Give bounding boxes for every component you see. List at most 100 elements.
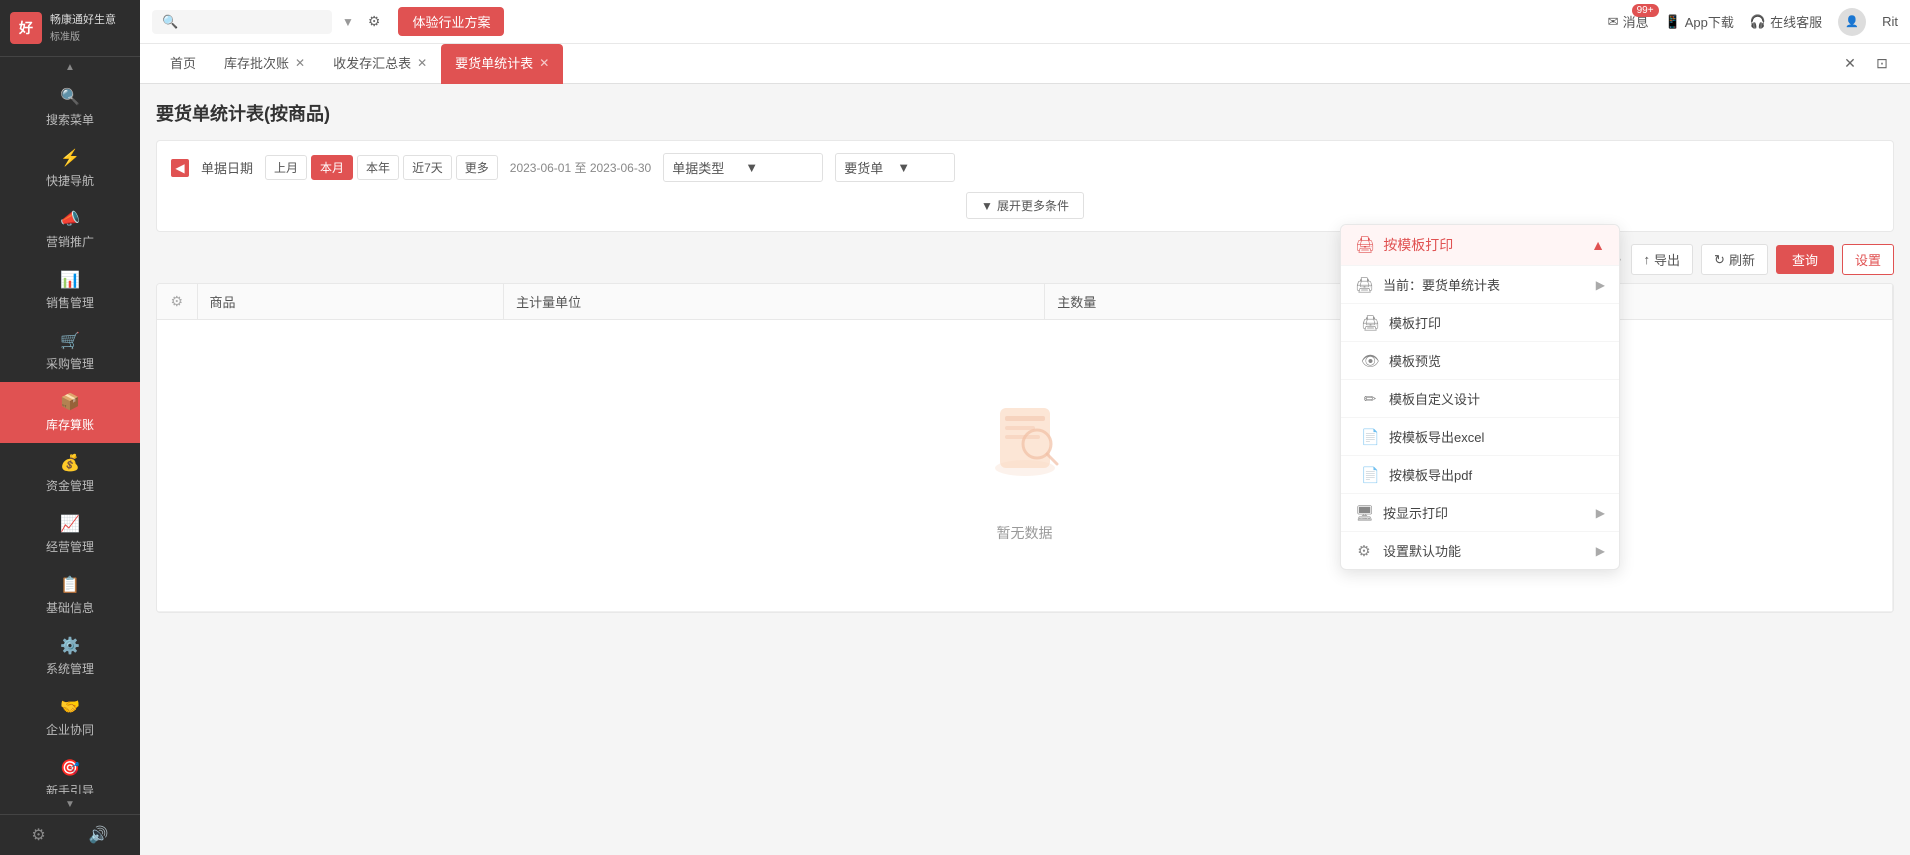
- search-input[interactable]: [184, 15, 304, 29]
- date-btn-last-7days[interactable]: 近7天: [403, 155, 452, 180]
- set-default-chevron-icon: ▶: [1596, 544, 1605, 558]
- topbar-gear-icon[interactable]: ⚙: [368, 13, 381, 30]
- tab-batch-account[interactable]: 库存批次账 ✕: [210, 44, 319, 84]
- system-icon: ⚙️: [60, 636, 80, 656]
- tab-batch-account-close[interactable]: ✕: [295, 56, 305, 70]
- tab-order-stats-close[interactable]: ✕: [539, 56, 549, 70]
- sidebar-item-basic-label: 基础信息: [46, 599, 94, 616]
- sidebar-item-purchase[interactable]: 🛒 采购管理: [0, 321, 140, 382]
- sidebar-item-quick-nav[interactable]: ⚡ 快捷导航: [0, 138, 140, 199]
- sidebar-item-system[interactable]: ⚙️ 系统管理: [0, 626, 140, 687]
- sidebar-bottom: ⚙ 🔊: [0, 814, 140, 855]
- refresh-icon: ↻: [1714, 252, 1725, 268]
- display-print-label: 按显示打印: [1383, 503, 1448, 522]
- online-service-button[interactable]: 🎧 在线客服: [1750, 12, 1822, 31]
- table-col-unit: 主计量单位: [504, 284, 1045, 320]
- topbar-right: ✉ 消息 99+ 📱 App下载 🎧 在线客服 👤 Rit: [1608, 8, 1898, 36]
- date-btn-this-month[interactable]: 本月: [311, 155, 353, 180]
- status-filter-label: 要货单: [844, 158, 893, 177]
- sidebar-item-inventory[interactable]: 📦 库存算账: [0, 382, 140, 443]
- dropdown-item-template-pdf[interactable]: 📄 按模板导出pdf: [1341, 455, 1619, 493]
- export-button[interactable]: ↑ 导出: [1631, 244, 1694, 275]
- search-nav-icon: 🔍: [60, 87, 80, 107]
- topbar-search-box[interactable]: 🔍: [152, 10, 332, 34]
- type-filter-select[interactable]: 单据类型 ▼: [663, 153, 823, 182]
- messages-button[interactable]: ✉ 消息 99+: [1608, 12, 1649, 31]
- tab-home[interactable]: 首页: [156, 44, 210, 84]
- sidebar-item-newbie[interactable]: 🎯 新手引导: [0, 748, 140, 794]
- date-btn-this-year[interactable]: 本年: [357, 155, 399, 180]
- expand-more-button[interactable]: ▼ 展开更多条件: [966, 192, 1084, 219]
- help-bottom-icon[interactable]: 🔊: [89, 825, 109, 845]
- dropdown-item-template-print[interactable]: 🖨 模板打印: [1341, 303, 1619, 341]
- type-filter-label: 单据类型: [672, 158, 741, 177]
- empty-state-icon: [975, 388, 1075, 507]
- dropdown-current-template[interactable]: 🖨 当前：要货单统计表 ▶: [1341, 265, 1619, 303]
- tab-order-stats[interactable]: 要货单统计表 ✕: [441, 44, 563, 84]
- results-table: ⚙ 商品 主计量单位 主数量 零售金额: [157, 284, 1893, 612]
- table-col-settings: ⚙: [157, 284, 197, 320]
- sidebar-item-sales[interactable]: 📊 销售管理: [0, 260, 140, 321]
- page-content: 要货单统计表(按商品) ◀ 单据日期 上月 本月 本年 近7天 更多 2023-…: [140, 84, 1910, 855]
- sidebar: 好 畅康通好生意 标准版 ▲ 🔍 搜索菜单 ⚡ 快捷导航 📣 营销推广 📊 销售…: [0, 0, 140, 855]
- topbar-chevron-icon[interactable]: ▼: [342, 15, 354, 29]
- tab-order-stats-label: 要货单统计表: [455, 53, 533, 72]
- export-label: 导出: [1654, 250, 1680, 269]
- query-button[interactable]: 查询: [1776, 245, 1834, 274]
- user-avatar[interactable]: 👤: [1838, 8, 1866, 36]
- sidebar-item-marketing[interactable]: 📣 营销推广: [0, 199, 140, 260]
- search-icon: 🔍: [162, 14, 178, 30]
- sidebar-scroll-down[interactable]: ▼: [0, 794, 140, 814]
- dropdown-header-label: 按模板打印: [1383, 235, 1453, 255]
- sidebar-item-basic-info[interactable]: 📋 基础信息: [0, 565, 140, 626]
- status-filter-select[interactable]: 要货单 ▼: [835, 153, 955, 182]
- dropdown-default-left: ⚙ 设置默认功能: [1355, 541, 1461, 560]
- sidebar-item-purchase-label: 采购管理: [46, 355, 94, 372]
- template-pdf-icon: 📄: [1361, 466, 1379, 484]
- sidebar-item-enterprise[interactable]: 🤝 企业协同: [0, 687, 140, 748]
- tab-bar: 首页 库存批次账 ✕ 收发存汇总表 ✕ 要货单统计表 ✕ ✕ ⊡: [140, 44, 1910, 84]
- tab-maximize-button[interactable]: ⊡: [1870, 52, 1894, 76]
- sidebar-item-inventory-label: 库存算账: [46, 416, 94, 433]
- dropdown-item-set-default[interactable]: ⚙ 设置默认功能 ▶: [1341, 531, 1619, 569]
- dropdown-item-template-design[interactable]: ✏ 模板自定义设计: [1341, 379, 1619, 417]
- username-label[interactable]: Rit: [1882, 14, 1898, 29]
- tab-receipt-summary-close[interactable]: ✕: [417, 56, 427, 70]
- table-empty-row: 暂无数据: [157, 320, 1893, 612]
- dropdown-item-template-preview[interactable]: 👁 模板预览: [1341, 341, 1619, 379]
- column-settings-icon[interactable]: ⚙: [170, 293, 183, 309]
- filter-expand-icon[interactable]: ◀: [171, 159, 189, 177]
- tabs-actions: ✕ ⊡: [1838, 52, 1894, 76]
- app-name: 畅康通好生意: [50, 13, 116, 28]
- tab-batch-account-label: 库存批次账: [224, 53, 289, 72]
- dropdown-item-template-excel[interactable]: 📄 按模板导出excel: [1341, 417, 1619, 455]
- sidebar-item-search[interactable]: 🔍 搜索菜单: [0, 77, 140, 138]
- sidebar-item-finance[interactable]: 💰 资金管理: [0, 443, 140, 504]
- trial-button[interactable]: 体验行业方案: [398, 7, 504, 36]
- page-title: 要货单统计表(按商品): [156, 100, 1894, 126]
- display-print-icon: 🖥: [1355, 504, 1373, 522]
- marketing-icon: 📣: [60, 209, 80, 229]
- app-download-button[interactable]: 📱 App下载: [1665, 12, 1734, 31]
- sidebar-item-operations[interactable]: 📈 经营管理: [0, 504, 140, 565]
- dropdown-item-display-print[interactable]: 🖥 按显示打印 ▶: [1341, 493, 1619, 531]
- refresh-button[interactable]: ↻ 刷新: [1701, 244, 1768, 275]
- print-dropdown-panel: 🖨 按模板打印 ▲ 🖨 当前：要货单统计表 ▶ 🖨 模板打印 👁: [1340, 224, 1620, 570]
- sidebar-scroll-up[interactable]: ▲: [0, 57, 140, 77]
- app-badge: 标准版: [50, 28, 116, 43]
- dropdown-header[interactable]: 🖨 按模板打印 ▲: [1341, 225, 1619, 265]
- tab-close-all-button[interactable]: ✕: [1838, 52, 1862, 76]
- date-btn-last-month[interactable]: 上月: [265, 155, 307, 180]
- sidebar-item-finance-label: 资金管理: [46, 477, 94, 494]
- dropdown-current-label: 当前：要货单统计表: [1383, 275, 1500, 294]
- display-print-chevron-icon: ▶: [1596, 506, 1605, 520]
- finance-icon: 💰: [60, 453, 80, 473]
- settings-bottom-icon[interactable]: ⚙: [31, 825, 45, 845]
- filter-row: ◀ 单据日期 上月 本月 本年 近7天 更多 2023-06-01 至 2023…: [171, 153, 1879, 182]
- sidebar-item-marketing-label: 营销推广: [46, 233, 94, 250]
- template-print-icon: 🖨: [1361, 314, 1379, 332]
- date-btn-more[interactable]: 更多: [456, 155, 498, 180]
- settings-button[interactable]: 设置: [1842, 244, 1894, 275]
- tab-receipt-summary[interactable]: 收发存汇总表 ✕: [319, 44, 441, 84]
- sales-icon: 📊: [60, 270, 80, 290]
